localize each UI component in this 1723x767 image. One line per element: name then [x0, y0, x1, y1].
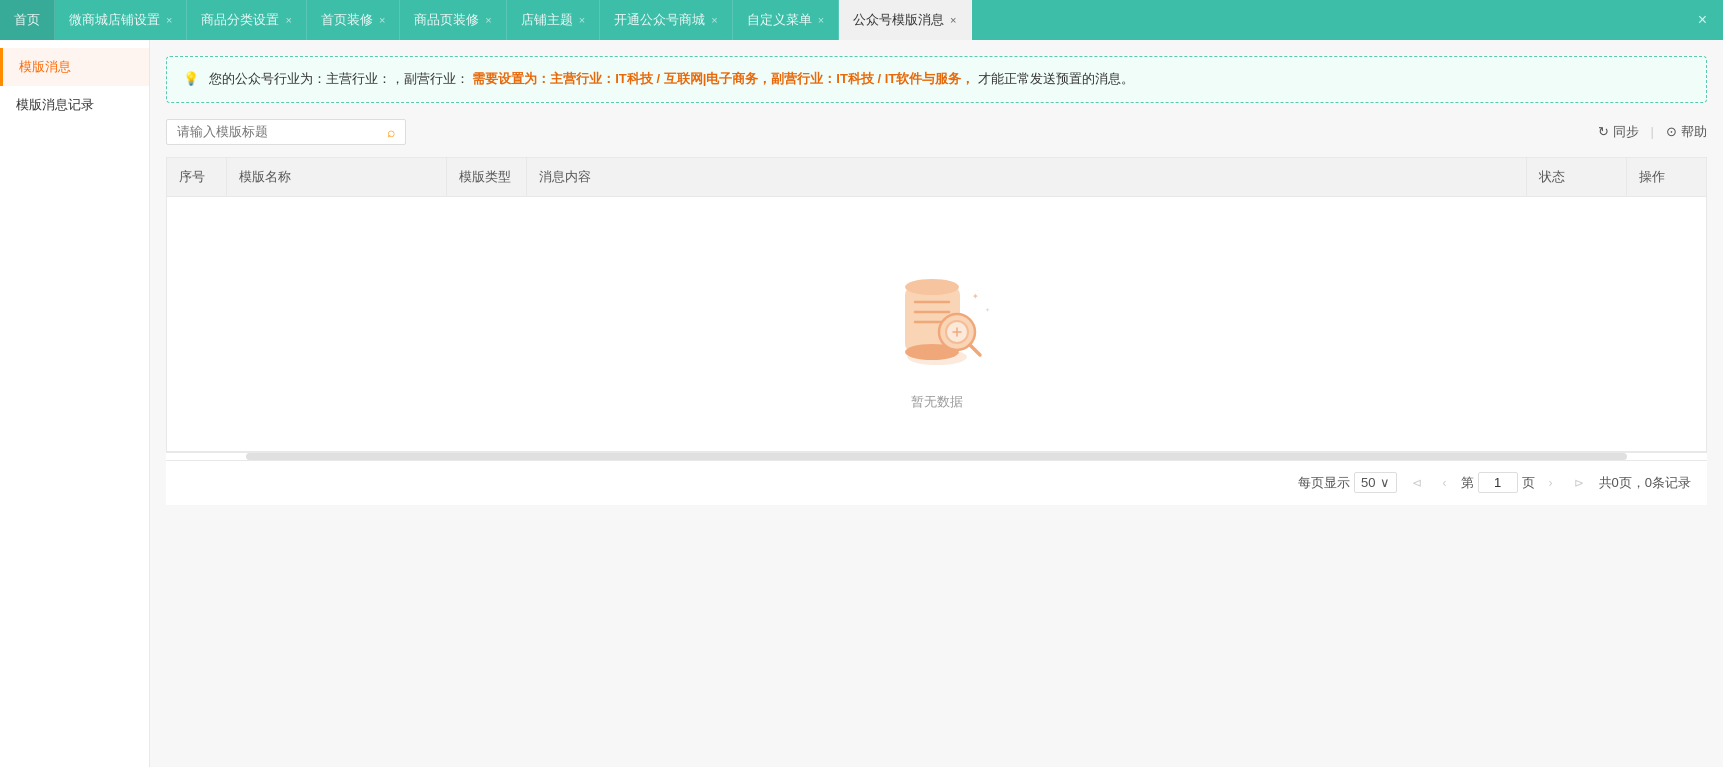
close-all-button[interactable]: × — [1682, 11, 1723, 29]
tab-home[interactable]: 首页 — [0, 0, 55, 40]
tab-template-msg-close[interactable]: × — [950, 14, 956, 26]
bulb-icon: 💡 — [183, 71, 199, 86]
page-size-select: 每页显示 50 ∨ — [1298, 472, 1396, 493]
page-size-value: 50 — [1361, 475, 1375, 490]
sidebar-item-template-msg[interactable]: 模版消息 — [0, 48, 149, 86]
scrollbar-track[interactable] — [246, 453, 1627, 460]
total-info: 共0页，0条记录 — [1599, 474, 1691, 492]
search-bar: ⌕ ↻ 同步 | ⊙ 帮助 — [166, 119, 1707, 145]
tab-weshop-close[interactable]: × — [166, 14, 172, 26]
tab-template-msg-label: 公众号模版消息 — [853, 11, 944, 29]
tab-shop-theme[interactable]: 店铺主题 × — [507, 0, 600, 40]
search-icon[interactable]: ⌕ — [387, 124, 395, 140]
search-actions: ↻ 同步 | ⊙ 帮助 — [1598, 123, 1707, 141]
search-input-wrap[interactable]: ⌕ — [166, 119, 406, 145]
tab-product-category-label: 商品分类设置 — [201, 11, 279, 29]
svg-point-2 — [905, 279, 959, 295]
sidebar-item-template-record[interactable]: 模版消息记录 — [0, 86, 149, 124]
tab-product-decor-label: 商品页装修 — [414, 11, 479, 29]
help-icon: ⊙ — [1666, 124, 1677, 139]
col-status: 状态 — [1527, 157, 1627, 196]
empty-text: 暂无数据 — [911, 393, 963, 411]
info-text-suffix: 才能正常发送预置的消息。 — [978, 71, 1134, 86]
page-size-dropdown[interactable]: 50 ∨ — [1354, 472, 1396, 493]
page-number-input[interactable] — [1478, 472, 1518, 493]
tab-open-mall-close[interactable]: × — [711, 14, 717, 26]
divider: | — [1651, 124, 1654, 139]
tab-custom-menu[interactable]: 自定义菜单 × — [733, 0, 839, 40]
svg-text:✦: ✦ — [985, 307, 990, 313]
col-name: 模版名称 — [227, 157, 447, 196]
tab-product-category[interactable]: 商品分类设置 × — [187, 0, 306, 40]
pagination-bar: 每页显示 50 ∨ ⊲ ‹ 第 页 › ⊳ 共0页，0条记录 — [166, 460, 1707, 505]
empty-state: ✦ ✦ · 暂无数据 — [167, 197, 1706, 451]
tab-open-mall[interactable]: 开通公众号商城 × — [600, 0, 732, 40]
tab-open-mall-label: 开通公众号商城 — [614, 11, 705, 29]
main-layout: 模版消息 模版消息记录 💡 您的公众号行业为：主营行业：，副营行业： 需要设置为… — [0, 40, 1723, 767]
data-table: 序号 模版名称 模版类型 消息内容 状态 操作 — [166, 157, 1707, 452]
content-area: 💡 您的公众号行业为：主营行业：，副营行业： 需要设置为：主营行业：IT科技 /… — [150, 40, 1723, 767]
info-highlight-text: 需要设置为：主营行业：IT科技 / 互联网|电子商务，副营行业：IT科技 / I… — [472, 71, 974, 86]
info-banner: 💡 您的公众号行业为：主营行业：，副营行业： 需要设置为：主营行业：IT科技 /… — [166, 56, 1707, 103]
tab-home-decor-label: 首页装修 — [321, 11, 373, 29]
tab-template-msg[interactable]: 公众号模版消息 × — [839, 0, 971, 40]
table-header-row: 序号 模版名称 模版类型 消息内容 状态 操作 — [167, 157, 1707, 196]
page-first-button[interactable]: ⊲ — [1405, 471, 1429, 495]
page-navigation: ⊲ ‹ 第 页 › ⊳ — [1405, 471, 1591, 495]
empty-illustration: ✦ ✦ · — [877, 257, 997, 377]
tab-home-decor[interactable]: 首页装修 × — [307, 0, 400, 40]
col-seq: 序号 — [167, 157, 227, 196]
page-size-label: 每页显示 — [1298, 474, 1350, 492]
help-label: 帮助 — [1681, 123, 1707, 141]
sidebar-item-template-msg-label: 模版消息 — [19, 59, 71, 74]
tab-home-decor-close[interactable]: × — [379, 14, 385, 26]
tab-shop-theme-close[interactable]: × — [579, 14, 585, 26]
search-input[interactable] — [177, 124, 387, 139]
tab-product-category-close[interactable]: × — [285, 14, 291, 26]
svg-line-9 — [970, 345, 980, 355]
dropdown-arrow-icon: ∨ — [1380, 475, 1390, 490]
info-text-prefix: 您的公众号行业为：主营行业：，副营行业： — [209, 71, 469, 86]
tab-product-decor-close[interactable]: × — [485, 14, 491, 26]
sync-button[interactable]: ↻ 同步 — [1598, 123, 1639, 141]
page-next-button[interactable]: › — [1539, 471, 1563, 495]
top-navigation: 首页 微商城店铺设置 × 商品分类设置 × 首页装修 × 商品页装修 × 店铺主… — [0, 0, 1723, 40]
page-label-after: 页 — [1522, 474, 1535, 492]
empty-state-cell: ✦ ✦ · 暂无数据 — [167, 196, 1707, 451]
tab-custom-menu-close[interactable]: × — [818, 14, 824, 26]
page-prev-button[interactable]: ‹ — [1433, 471, 1457, 495]
tab-weshop-label: 微商城店铺设置 — [69, 11, 160, 29]
svg-text:✦: ✦ — [972, 292, 979, 301]
tab-custom-menu-label: 自定义菜单 — [747, 11, 812, 29]
col-action: 操作 — [1627, 157, 1707, 196]
scrollbar-area[interactable] — [166, 452, 1707, 460]
sidebar-item-template-record-label: 模版消息记录 — [16, 97, 94, 112]
sidebar: 模版消息 模版消息记录 — [0, 40, 150, 767]
tab-product-decor[interactable]: 商品页装修 × — [400, 0, 506, 40]
sync-label: 同步 — [1613, 123, 1639, 141]
tab-home-label: 首页 — [14, 11, 40, 29]
tab-shop-theme-label: 店铺主题 — [521, 11, 573, 29]
svg-text:·: · — [977, 287, 978, 293]
page-last-button[interactable]: ⊳ — [1567, 471, 1591, 495]
sync-icon: ↻ — [1598, 124, 1609, 139]
help-button[interactable]: ⊙ 帮助 — [1666, 123, 1707, 141]
col-content: 消息内容 — [527, 157, 1527, 196]
col-type: 模版类型 — [447, 157, 527, 196]
tab-weshop-setting[interactable]: 微商城店铺设置 × — [55, 0, 187, 40]
page-label-before: 第 — [1461, 474, 1474, 492]
